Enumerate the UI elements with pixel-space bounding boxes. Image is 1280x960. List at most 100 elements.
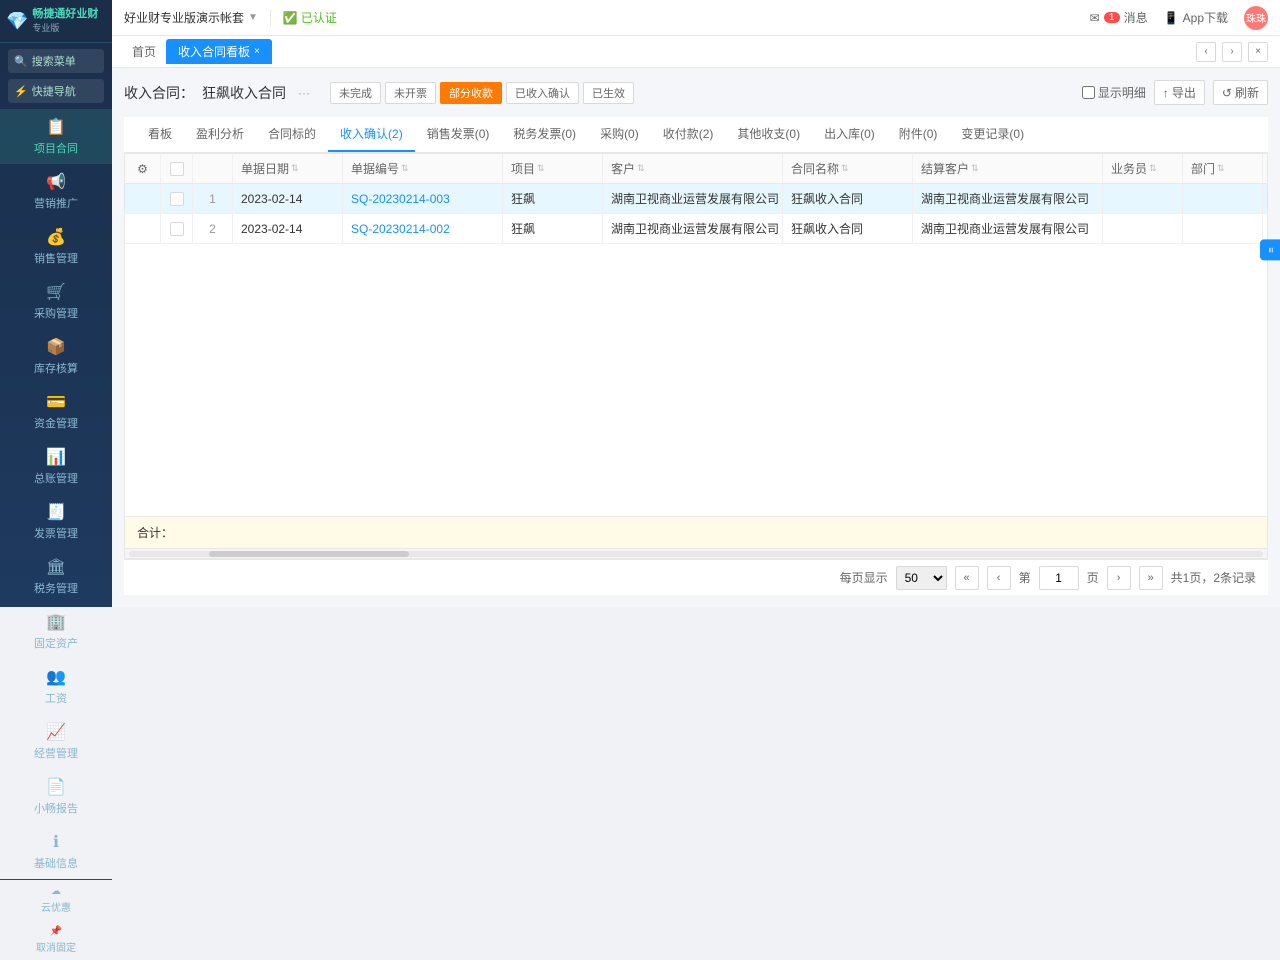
last-page-button[interactable]: » xyxy=(1139,566,1163,590)
sidebar-item-basic-info[interactable]: ℹ基础信息 xyxy=(0,824,112,879)
refresh-button[interactable]: ↺ 刷新 xyxy=(1213,80,1268,105)
tab-attachments[interactable]: 附件(0) xyxy=(887,117,950,152)
sort-salesman-icon[interactable]: ⇅ xyxy=(1149,163,1157,174)
pin-icon: 📌 xyxy=(50,926,62,937)
phone-icon: 📱 xyxy=(1164,11,1179,25)
status-tag-partial[interactable]: 部分收款 xyxy=(440,82,502,104)
tab-sales_invoice[interactable]: 销售发票(0) xyxy=(415,117,502,152)
hr-icon: 👥 xyxy=(46,667,66,687)
sidebar-item-invoice-mgmt[interactable]: 🧾发票管理 xyxy=(0,494,112,549)
show-detail-checkbox[interactable]: 显示明细 xyxy=(1082,80,1146,105)
search-menu-button[interactable]: 🔍 搜索菜单 xyxy=(8,49,104,73)
sidebar-item-hr[interactable]: 👥工资 xyxy=(0,659,112,714)
row-select-1[interactable] xyxy=(170,222,184,236)
page-input[interactable] xyxy=(1039,566,1079,590)
user-avatar[interactable]: 珠珠 xyxy=(1244,6,1268,30)
tab-other_income[interactable]: 其他收支(0) xyxy=(725,117,812,152)
show-detail-input[interactable] xyxy=(1082,86,1095,99)
sort-docno-icon[interactable]: ⇅ xyxy=(401,163,409,174)
sidebar-item-fixed-assets[interactable]: 🏢固定资产 xyxy=(0,604,112,659)
sidebar-item-marketing[interactable]: 📢营销推广 xyxy=(0,164,112,219)
header-checkbox[interactable] xyxy=(161,154,193,183)
next-page-button[interactable]: › xyxy=(1107,566,1131,590)
status-tag-active[interactable]: 已生效 xyxy=(583,82,634,104)
tab-kanban[interactable]: 看板 xyxy=(136,117,184,152)
message-button[interactable]: ✉ 1 消息 xyxy=(1090,9,1148,26)
row-select-0[interactable] xyxy=(170,192,184,206)
row-contract-0: 狂飙收入合同 xyxy=(783,184,913,213)
home-tab[interactable]: 首页 xyxy=(124,43,164,60)
doc-no-link-1[interactable]: SQ-20230214-002 xyxy=(351,222,450,236)
sort-dept-icon[interactable]: ⇅ xyxy=(1217,163,1225,174)
sidebar-search-container: 🔍 搜索菜单 xyxy=(0,43,112,79)
header-seq xyxy=(193,154,233,183)
content-title-prefix: 收入合同： xyxy=(124,83,194,103)
sidebar-item-tax-mgmt[interactable]: 🏛税务管理 xyxy=(0,549,112,604)
logo-icon: 💎 xyxy=(6,11,28,32)
tab-nav-next[interactable]: › xyxy=(1222,42,1242,62)
tab-change_log[interactable]: 变更记录(0) xyxy=(949,117,1036,152)
tab-profit[interactable]: 盈利分析 xyxy=(184,117,256,152)
export-button[interactable]: ↑ 导出 xyxy=(1154,80,1205,105)
header-settings[interactable]: ⚙ xyxy=(125,154,161,183)
row-salesman-1 xyxy=(1103,214,1183,243)
company-name: 好业财专业版演示帐套 xyxy=(124,9,244,26)
tab-purchase[interactable]: 采购(0) xyxy=(588,117,651,152)
sort-customer-icon[interactable]: ⇅ xyxy=(637,163,645,174)
table-row[interactable]: 1 2023-02-14 SQ-20230214-003 狂飙 湖南卫视商业运营… xyxy=(125,184,1267,214)
status-tag-confirmed[interactable]: 已收入确认 xyxy=(506,82,579,104)
select-all-checkbox[interactable] xyxy=(170,162,184,176)
sidebar-item-sales-mgmt[interactable]: 💰销售管理 xyxy=(0,219,112,274)
sort-project-icon[interactable]: ⇅ xyxy=(537,163,545,174)
active-tab[interactable]: 收入合同看板 × xyxy=(166,39,272,64)
per-page-select[interactable]: 50 20 100 xyxy=(896,566,947,590)
tab-nav-prev[interactable]: ‹ xyxy=(1196,42,1216,62)
sidebar-item-reports[interactable]: 📄小畅报告 xyxy=(0,769,112,824)
first-page-button[interactable]: « xyxy=(955,566,979,590)
sidebar-item-project-contract[interactable]: 📋项目合同 xyxy=(0,109,112,164)
sidebar-item-purchase-mgmt[interactable]: 🛒采购管理 xyxy=(0,274,112,329)
table-row[interactable]: 2 2023-02-14 SQ-20230214-002 狂飙 湖南卫视商业运营… xyxy=(125,214,1267,244)
row-docno-0[interactable]: SQ-20230214-003 xyxy=(343,184,503,213)
company-selector[interactable]: 好业财专业版演示帐套 ▼ xyxy=(124,9,258,26)
sidebar-item-ops-mgmt[interactable]: 📈经营管理 xyxy=(0,714,112,769)
tab-tax_invoice[interactable]: 税务发票(0) xyxy=(501,117,588,152)
tab-contract_standard[interactable]: 合同标的 xyxy=(256,117,328,152)
app-download-button[interactable]: 📱 App下载 xyxy=(1164,9,1228,26)
footer-label: 合计： xyxy=(137,524,173,541)
header-settle-customer: 结算客户⇅ xyxy=(913,154,1103,183)
topbar-divider xyxy=(270,10,271,26)
sidebar-logo: 💎 畅捷通好业财 专业版 xyxy=(0,0,112,43)
tab-nav-close[interactable]: × xyxy=(1248,42,1268,62)
prev-page-button[interactable]: ‹ xyxy=(987,566,1011,590)
tab-payment_received[interactable]: 收付款(2) xyxy=(651,117,726,152)
row-docno-1[interactable]: SQ-20230214-002 xyxy=(343,214,503,243)
side-panel-icon[interactable]: ≡ xyxy=(1260,239,1280,260)
row-checkbox-1[interactable] xyxy=(161,214,193,243)
more-button[interactable]: ··· xyxy=(294,86,314,100)
status-tag-uninvoiced[interactable]: 未开票 xyxy=(385,82,436,104)
row-checkbox-0[interactable] xyxy=(161,184,193,213)
sidebar-bottom-trial[interactable]: ☁ 云优惠 xyxy=(0,880,112,920)
doc-no-link-0[interactable]: SQ-20230214-003 xyxy=(351,192,450,206)
quick-nav-button[interactable]: ⚡ 快捷导航 xyxy=(8,79,104,103)
sort-contract-icon[interactable]: ⇅ xyxy=(841,163,849,174)
certified-badge: ✅ 已认证 xyxy=(283,9,337,26)
purchase-mgmt-icon: 🛒 xyxy=(46,282,66,302)
sidebar-bottom-cancel-fixed[interactable]: 📌 取消固定 xyxy=(0,920,112,960)
header-invoice-date: 开票日期⇅ xyxy=(1263,154,1268,183)
horizontal-scrollbar[interactable] xyxy=(125,548,1267,558)
row-salesman-0 xyxy=(1103,184,1183,213)
tab-warehouse[interactable]: 出入库(0) xyxy=(812,117,887,152)
sidebar-quicknav-container: ⚡ 快捷导航 xyxy=(0,79,112,109)
status-tag-uncompleted[interactable]: 未完成 xyxy=(330,82,381,104)
sidebar-item-inventory[interactable]: 📦库存核算 xyxy=(0,329,112,384)
sort-date-icon[interactable]: ⇅ xyxy=(291,163,299,174)
tab-close-button[interactable]: × xyxy=(254,46,260,57)
tab-income_confirm[interactable]: 收入确认(2) xyxy=(328,117,415,152)
header-project: 项目⇅ xyxy=(503,154,603,183)
sort-settle-icon[interactable]: ⇅ xyxy=(971,163,979,174)
scrollbar-thumb[interactable] xyxy=(209,551,409,557)
sidebar-item-general-ledger[interactable]: 📊总账管理 xyxy=(0,439,112,494)
sidebar-item-fund-mgmt[interactable]: 💳资金管理 xyxy=(0,384,112,439)
